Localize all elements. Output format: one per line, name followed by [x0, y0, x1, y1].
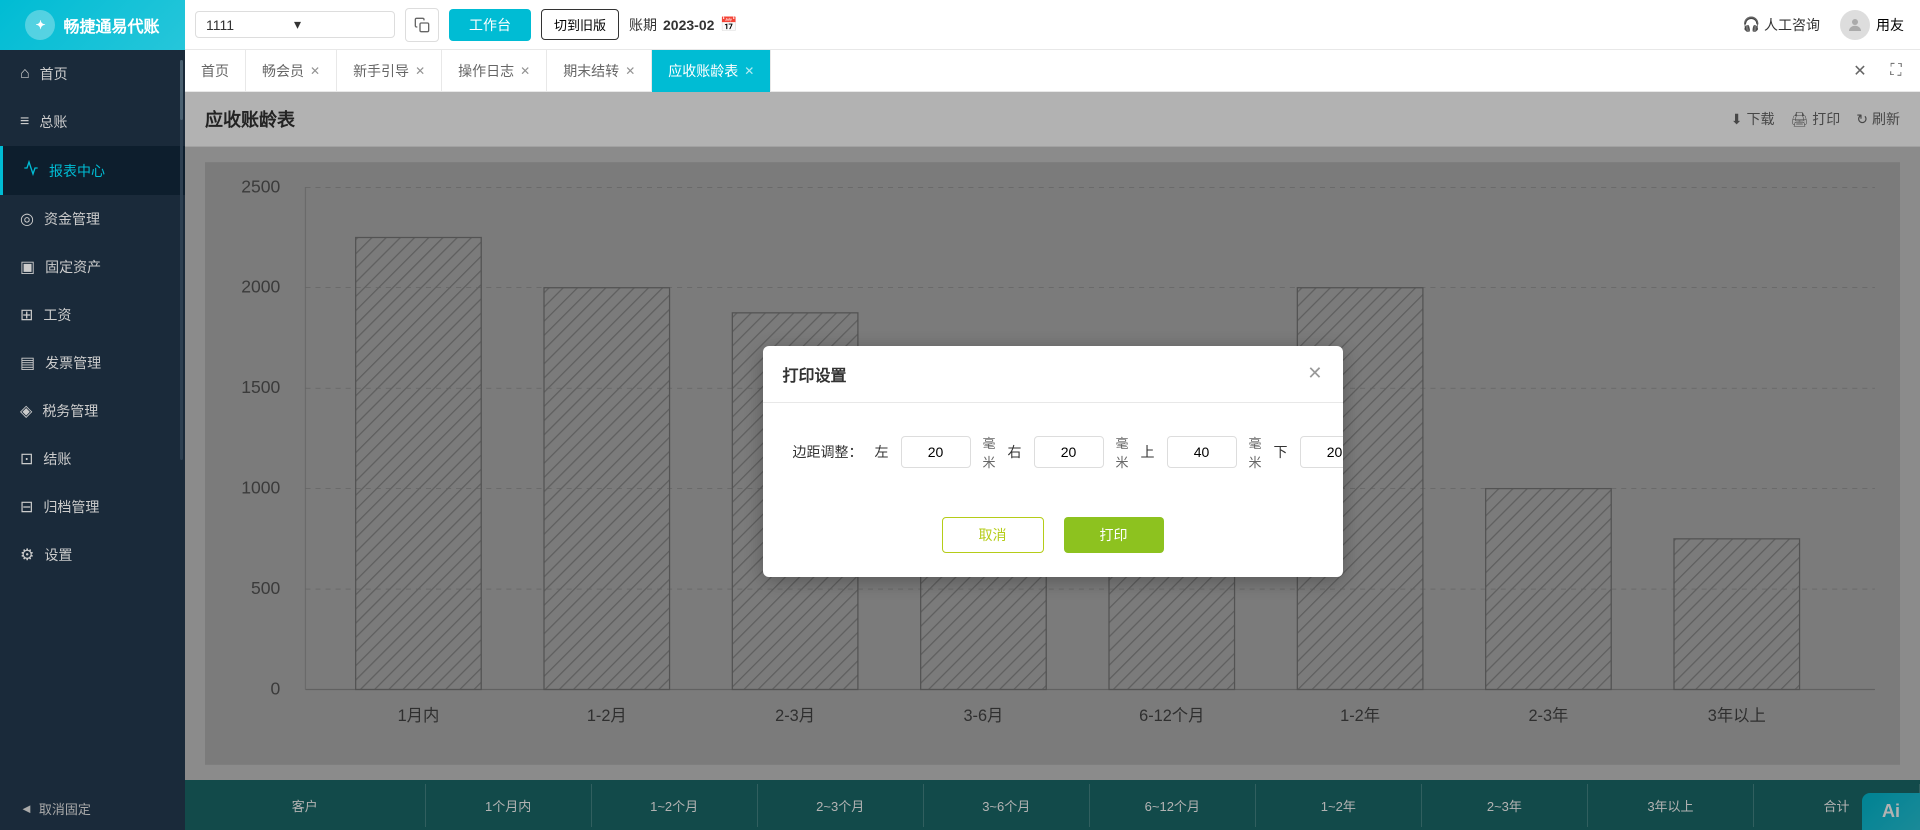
left-margin-label: 左 — [875, 442, 889, 462]
sidebar-item-label: 税务管理 — [42, 401, 98, 421]
print-confirm-button[interactable]: 打印 — [1064, 517, 1164, 553]
username: 用友 — [1876, 15, 1904, 35]
closing-icon: ⊡ — [20, 449, 33, 469]
top-margin-label: 上 — [1141, 442, 1155, 462]
tabs-bar: 首页 畅会员 ✕ 新手引导 ✕ 操作日志 ✕ 期末结转 ✕ 应收账龄表 ✕ — [185, 50, 1920, 92]
dialog-close-button[interactable]: ✕ — [1307, 363, 1322, 384]
sidebar-item-label: 工资 — [43, 305, 71, 325]
sidebar: ⌂ 首页 ≡ 总账 报表中心 ◎ 资金管理 ▣ 固定资产 ⊞ 工资 — [0, 50, 185, 830]
invoice-icon: ▤ — [20, 353, 35, 373]
salary-icon: ⊞ — [20, 305, 33, 325]
company-name: 1111 — [206, 17, 234, 33]
top-margin-input[interactable] — [1167, 436, 1237, 468]
logo-icon: ✦ — [25, 10, 55, 40]
sidebar-item-ledger[interactable]: ≡ 总账 — [0, 98, 185, 146]
margin-label: 边距调整： — [793, 442, 863, 462]
tab-member-close[interactable]: ✕ — [310, 64, 320, 78]
tax-icon: ◈ — [20, 401, 32, 421]
sidebar-item-closing[interactable]: ⊡ 结账 — [0, 435, 185, 483]
sidebar-item-salary[interactable]: ⊞ 工资 — [0, 291, 185, 339]
tab-guide[interactable]: 新手引导 ✕ — [337, 50, 442, 92]
sidebar-item-label: 发票管理 — [45, 353, 101, 373]
switch-version-button[interactable]: 切到旧版 — [541, 9, 619, 40]
dialog-body: 边距调整： 左 毫米 右 毫米 上 毫米 下 毫 — [763, 403, 1343, 501]
sidebar-item-label: 首页 — [40, 64, 68, 84]
copy-icon-btn[interactable] — [405, 8, 439, 42]
content-area: 首页 畅会员 ✕ 新手引导 ✕ 操作日志 ✕ 期末结转 ✕ 应收账龄表 ✕ — [185, 50, 1920, 830]
user-area[interactable]: 用友 — [1840, 10, 1904, 40]
sidebar-item-label: 资金管理 — [44, 209, 100, 229]
tabs-actions: ✕ ⛶ — [1846, 57, 1920, 85]
logo-text: 畅捷通易代账 — [63, 13, 159, 37]
logo: ✦ 畅捷通易代账 — [0, 0, 185, 50]
main-layout: ⌂ 首页 ≡ 总账 报表中心 ◎ 资金管理 ▣ 固定资产 ⊞ 工资 — [0, 50, 1920, 830]
tab-guide-close[interactable]: ✕ — [415, 64, 425, 78]
bottom-margin-input[interactable] — [1300, 436, 1343, 468]
sidebar-item-invoice[interactable]: ▤ 发票管理 — [0, 339, 185, 387]
chevron-down-icon: ▾ — [294, 16, 301, 33]
dialog-header: 打印设置 ✕ — [763, 346, 1343, 403]
sidebar-item-funds[interactable]: ◎ 资金管理 — [0, 195, 185, 243]
archive-icon: ⊟ — [20, 497, 33, 517]
collapse-label: 取消固定 — [39, 799, 91, 818]
period-value: 2023-02 — [663, 17, 714, 33]
tab-aging[interactable]: 应收账龄表 ✕ — [652, 50, 771, 92]
bottom-margin-label: 下 — [1274, 442, 1288, 462]
page-content: 应收账龄表 ⬇ 下载 🖨 打印 ↻ 刷新 — [185, 92, 1920, 830]
dialog-title: 打印设置 — [783, 362, 847, 386]
funds-icon: ◎ — [20, 209, 34, 229]
settings-icon: ⚙ — [20, 545, 34, 565]
print-settings-dialog: 打印设置 ✕ 边距调整： 左 毫米 右 毫米 上 — [763, 346, 1343, 577]
left-unit: 毫米 — [983, 433, 996, 471]
tab-oplog[interactable]: 操作日志 ✕ — [442, 50, 547, 92]
sidebar-item-label: 设置 — [44, 545, 72, 565]
right-margin-input[interactable] — [1034, 436, 1104, 468]
tab-member[interactable]: 畅会员 ✕ — [246, 50, 337, 92]
right-unit: 毫米 — [1116, 433, 1129, 471]
assets-icon: ▣ — [20, 257, 35, 277]
right-margin-label: 右 — [1008, 442, 1022, 462]
reports-icon — [23, 160, 39, 181]
dialog-footer: 取消 打印 — [763, 501, 1343, 577]
dialog-overlay: 打印设置 ✕ 边距调整： 左 毫米 右 毫米 上 — [185, 92, 1920, 830]
avatar — [1840, 10, 1870, 40]
sidebar-item-label: 固定资产 — [45, 257, 101, 277]
tab-home[interactable]: 首页 — [185, 50, 246, 92]
tab-oplog-close[interactable]: ✕ — [520, 64, 530, 78]
sidebar-item-assets[interactable]: ▣ 固定资产 — [0, 243, 185, 291]
period-label: 账期 — [629, 15, 657, 35]
margin-settings-row: 边距调整： 左 毫米 右 毫米 上 毫米 下 毫 — [793, 433, 1313, 471]
sidebar-item-label: 报表中心 — [49, 161, 105, 181]
tab-period-end[interactable]: 期末结转 ✕ — [547, 50, 652, 92]
sidebar-item-settings[interactable]: ⚙ 设置 — [0, 531, 185, 579]
sidebar-item-tax[interactable]: ◈ 税务管理 — [0, 387, 185, 435]
sidebar-item-label: 总账 — [39, 112, 67, 132]
calendar-icon[interactable]: 📅 — [720, 16, 737, 33]
tabs-maximize-button[interactable]: ⛶ — [1882, 57, 1910, 85]
support-button[interactable]: 🎧 人工咨询 — [1743, 15, 1820, 35]
top-header: ✦ 畅捷通易代账 1111 ▾ 工作台 切到旧版 账期 2023-02 📅 🎧 … — [0, 0, 1920, 50]
ledger-icon: ≡ — [20, 113, 29, 131]
tab-period-end-close[interactable]: ✕ — [625, 64, 635, 78]
headset-icon: 🎧 — [1743, 16, 1760, 33]
left-margin-input[interactable] — [901, 436, 971, 468]
home-icon: ⌂ — [20, 65, 30, 83]
tabs-close-button[interactable]: ✕ — [1846, 57, 1874, 85]
sidebar-item-home[interactable]: ⌂ 首页 — [0, 50, 185, 98]
sidebar-collapse-button[interactable]: ◄ 取消固定 — [0, 787, 185, 830]
top-unit: 毫米 — [1249, 433, 1262, 471]
sidebar-item-archive[interactable]: ⊟ 归档管理 — [0, 483, 185, 531]
header-right: 🎧 人工咨询 用友 — [1743, 10, 1904, 40]
workbench-button[interactable]: 工作台 — [449, 9, 531, 41]
sidebar-item-reports[interactable]: 报表中心 — [0, 146, 185, 195]
period-area: 账期 2023-02 📅 — [629, 15, 738, 35]
collapse-icon: ◄ — [20, 801, 33, 816]
sidebar-item-label: 结账 — [43, 449, 71, 469]
tab-aging-close[interactable]: ✕ — [744, 64, 754, 78]
cancel-button[interactable]: 取消 — [942, 517, 1044, 553]
company-selector[interactable]: 1111 ▾ — [195, 11, 395, 38]
sidebar-item-label: 归档管理 — [43, 497, 99, 517]
